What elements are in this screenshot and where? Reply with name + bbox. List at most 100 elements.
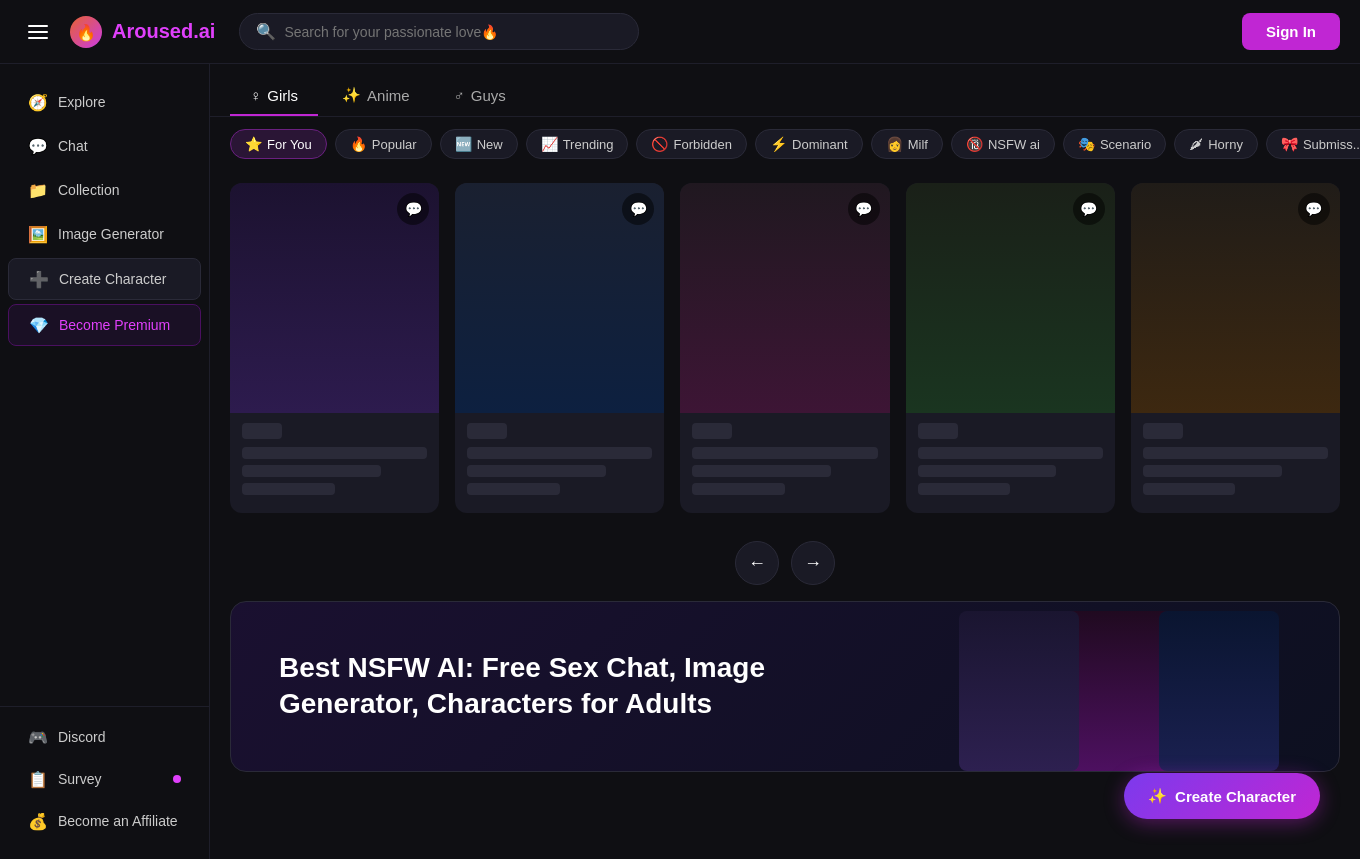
card-body-1 — [230, 413, 439, 513]
card-image-4: 💬 — [906, 183, 1115, 413]
submissive-icon: 🎀 — [1281, 136, 1298, 152]
affiliate-icon: 💰 — [28, 811, 48, 831]
card-skeleton-desc-2 — [467, 465, 606, 477]
sidebar-bottom: 🎮 Discord 📋 Survey 💰 Become an Affiliate — [0, 706, 209, 843]
sidebar-item-explore[interactable]: 🧭 Explore — [8, 82, 201, 122]
banner-title: Best NSFW AI: Free Sex Chat, Image Gener… — [279, 650, 839, 723]
logo[interactable]: 🔥 Aroused.ai — [68, 14, 215, 50]
logo-icon: 🔥 — [68, 14, 104, 50]
banner-images — [939, 611, 1299, 771]
filter-for-you[interactable]: ⭐ For You — [230, 129, 327, 159]
card-skeleton-desc-3 — [692, 465, 831, 477]
collection-icon: 📁 — [28, 180, 48, 200]
sidebar-item-create-character[interactable]: ➕ Create Character — [8, 258, 201, 300]
card-body-3 — [680, 413, 889, 513]
card-3[interactable]: 💬 — [680, 183, 889, 513]
card-skeleton-name-1 — [242, 447, 427, 459]
card-skeleton-meta-2 — [467, 483, 560, 495]
next-button[interactable]: → — [791, 541, 835, 585]
card-skeleton-name-4 — [918, 447, 1103, 459]
card-chat-button-4[interactable]: 💬 — [1073, 193, 1105, 225]
card-image-3: 💬 — [680, 183, 889, 413]
card-body-4 — [906, 413, 1115, 513]
search-bar[interactable]: 🔍 — [239, 13, 639, 50]
card-chat-button-1[interactable]: 💬 — [397, 193, 429, 225]
sidebar-label-create-character: Create Character — [59, 271, 166, 287]
card-chat-button-5[interactable]: 💬 — [1298, 193, 1330, 225]
new-icon: 🆕 — [455, 136, 472, 152]
card-chat-button-3[interactable]: 💬 — [848, 193, 880, 225]
chat-bubble-icon-5: 💬 — [1305, 201, 1322, 217]
nav-arrows: ← → — [210, 525, 1360, 601]
card-skeleton-badge-4 — [918, 423, 958, 439]
sidebar: 🧭 Explore 💬 Chat 📁 Collection 🖼️ Image G… — [0, 64, 210, 859]
popular-icon: 🔥 — [350, 136, 367, 152]
anime-icon: ✨ — [342, 86, 361, 104]
discord-icon: 🎮 — [28, 727, 48, 747]
card-skeleton-badge-1 — [242, 423, 282, 439]
create-character-icon: ➕ — [29, 269, 49, 289]
search-input[interactable] — [284, 24, 622, 40]
sidebar-item-collection[interactable]: 📁 Collection — [8, 170, 201, 210]
survey-icon: 📋 — [28, 769, 48, 789]
sign-in-button[interactable]: Sign In — [1242, 13, 1340, 50]
image-generator-icon: 🖼️ — [28, 224, 48, 244]
card-image-5: 💬 — [1131, 183, 1340, 413]
bottom-banner: Best NSFW AI: Free Sex Chat, Image Gener… — [230, 601, 1340, 772]
for-you-icon: ⭐ — [245, 136, 262, 152]
filter-trending[interactable]: 📈 Trending — [526, 129, 629, 159]
sidebar-label-discord: Discord — [58, 729, 105, 745]
prev-button[interactable]: ← — [735, 541, 779, 585]
card-skeleton-name-2 — [467, 447, 652, 459]
category-tabs: ♀ Girls ✨ Anime ♂ Guys — [210, 64, 1360, 117]
sidebar-item-discord[interactable]: 🎮 Discord — [8, 717, 201, 757]
card-skeleton-name-5 — [1143, 447, 1328, 459]
filter-nsfw-ai[interactable]: 🔞 NSFW ai — [951, 129, 1055, 159]
filter-scenario[interactable]: 🎭 Scenario — [1063, 129, 1166, 159]
sidebar-item-survey[interactable]: 📋 Survey — [8, 759, 201, 799]
card-skeleton-badge-5 — [1143, 423, 1183, 439]
chat-icon: 💬 — [28, 136, 48, 156]
card-2[interactable]: 💬 — [455, 183, 664, 513]
sidebar-item-become-premium[interactable]: 💎 Become Premium — [8, 304, 201, 346]
filter-dominant[interactable]: ⚡ Dominant — [755, 129, 863, 159]
card-image-1: 💬 — [230, 183, 439, 413]
chat-bubble-icon-2: 💬 — [630, 201, 647, 217]
app-layout: 🧭 Explore 💬 Chat 📁 Collection 🖼️ Image G… — [0, 64, 1360, 859]
chat-bubble-icon-3: 💬 — [855, 201, 872, 217]
sidebar-item-chat[interactable]: 💬 Chat — [8, 126, 201, 166]
filter-popular[interactable]: 🔥 Popular — [335, 129, 432, 159]
filter-new[interactable]: 🆕 New — [440, 129, 518, 159]
cards-section: 💬 💬 — [210, 171, 1360, 525]
cards-grid: 💬 💬 — [230, 183, 1340, 513]
card-skeleton-meta-3 — [692, 483, 785, 495]
card-5[interactable]: 💬 — [1131, 183, 1340, 513]
guys-icon: ♂ — [454, 87, 465, 104]
sidebar-item-affiliate[interactable]: 💰 Become an Affiliate — [8, 801, 201, 841]
card-1[interactable]: 💬 — [230, 183, 439, 513]
sidebar-item-image-generator[interactable]: 🖼️ Image Generator — [8, 214, 201, 254]
dominant-icon: ⚡ — [770, 136, 787, 152]
tab-guys[interactable]: ♂ Guys — [434, 76, 526, 116]
chat-bubble-icon-1: 💬 — [405, 201, 422, 217]
card-chat-button-2[interactable]: 💬 — [622, 193, 654, 225]
filter-submissive[interactable]: 🎀 Submiss... — [1266, 129, 1360, 159]
filter-forbidden[interactable]: 🚫 Forbidden — [636, 129, 747, 159]
premium-icon: 💎 — [29, 315, 49, 335]
menu-button[interactable] — [20, 17, 56, 47]
explore-icon: 🧭 — [28, 92, 48, 112]
card-skeleton-desc-5 — [1143, 465, 1282, 477]
card-body-5 — [1131, 413, 1340, 513]
banner-char-1 — [959, 611, 1079, 771]
survey-notification-dot — [173, 775, 181, 783]
tab-girls[interactable]: ♀ Girls — [230, 76, 318, 116]
card-4[interactable]: 💬 — [906, 183, 1115, 513]
tab-anime[interactable]: ✨ Anime — [322, 76, 430, 116]
search-icon: 🔍 — [256, 22, 276, 41]
girls-icon: ♀ — [250, 87, 261, 104]
filter-milf[interactable]: 👩 Milf — [871, 129, 943, 159]
create-character-float-button[interactable]: ✨ Create Character — [1124, 773, 1320, 819]
filter-horny[interactable]: 🌶 Horny — [1174, 129, 1258, 159]
sidebar-label-premium: Become Premium — [59, 317, 170, 333]
card-skeleton-meta-5 — [1143, 483, 1236, 495]
